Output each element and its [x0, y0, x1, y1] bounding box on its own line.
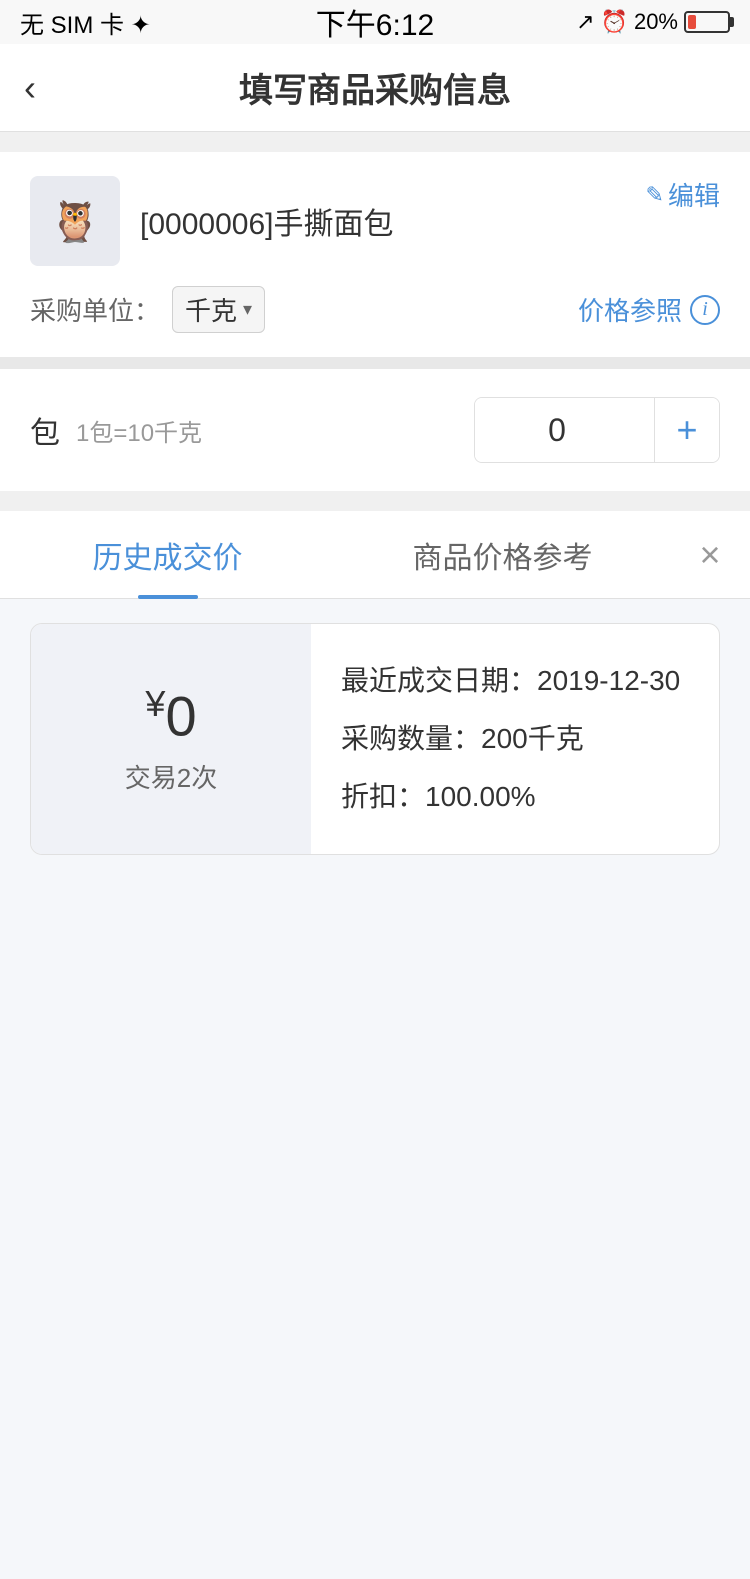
chevron-down-icon: ▾	[243, 299, 252, 320]
status-right: ↗ ⏰ 20%	[576, 9, 730, 35]
edit-button[interactable]: ✎ 编辑	[646, 176, 720, 213]
quantity-input[interactable]	[475, 398, 655, 462]
nav-bar: ‹ 填写商品采购信息	[0, 44, 750, 132]
gray-separator	[0, 357, 750, 369]
trade-count: 交易2次	[125, 758, 217, 795]
discount-row: 折扣：100.00%	[341, 776, 689, 818]
edit-label: 编辑	[668, 176, 720, 213]
status-time: 下午6:12	[316, 0, 434, 44]
battery-icon	[684, 11, 730, 33]
quantity-plus-button[interactable]: +	[655, 398, 719, 462]
purchase-quantity-row: 采购数量：200千克	[341, 718, 689, 760]
unit-value: 千克	[185, 291, 237, 328]
quantity-row: 包 1包=10千克 +	[0, 369, 750, 491]
price-amount: ¥0	[145, 683, 196, 749]
status-left: 无 SIM 卡 ✦	[20, 5, 151, 40]
product-thumbnail: 🦉	[30, 176, 120, 266]
page-title: 填写商品采购信息	[239, 63, 511, 112]
status-bar: 无 SIM 卡 ✦ 下午6:12 ↗ ⏰ 20%	[0, 0, 750, 44]
battery-percent: 20%	[634, 9, 678, 35]
tab-history-label: 历史成交价	[93, 533, 243, 577]
tab-bar: 历史成交价 商品价格参考 ×	[0, 511, 750, 599]
back-button[interactable]: ‹	[24, 67, 36, 109]
product-header: 🦉 [0000006]手撕面包 ✎ 编辑	[30, 176, 720, 266]
info-icon: i	[690, 295, 720, 325]
sim-indicator: 无 SIM 卡 ✦	[20, 5, 151, 40]
price-right-panel: 最近成交日期：2019-12-30 采购数量：200千克 折扣：100.00%	[311, 624, 719, 854]
tab-price-reference[interactable]: 商品价格参考	[335, 511, 670, 599]
package-label: 包	[30, 408, 60, 452]
discount-value: 100.00%	[425, 781, 536, 812]
price-left-panel: ¥0 交易2次	[31, 624, 311, 854]
purchase-qty-label: 采购数量：	[341, 723, 481, 754]
product-name: [0000006]手撕面包	[140, 199, 393, 243]
tab-reference-label: 商品价格参考	[413, 533, 593, 577]
recent-date-row: 最近成交日期：2019-12-30	[341, 660, 689, 702]
main-content	[0, 879, 750, 1579]
price-ref-label: 价格参照	[578, 291, 682, 328]
recent-date-value: 2019-12-30	[537, 665, 680, 696]
edit-icon: ✎	[646, 182, 664, 208]
alarm-icon: ⏰	[601, 9, 628, 35]
product-logo-icon: 🦉	[50, 198, 100, 245]
location-icon: ↗	[576, 9, 594, 35]
quantity-control: +	[474, 397, 720, 463]
price-reference-button[interactable]: 价格参照 i	[578, 291, 720, 328]
discount-label: 折扣：	[341, 781, 425, 812]
card-area: ¥0 交易2次 最近成交日期：2019-12-30 采购数量：200千克 折扣：…	[0, 599, 750, 879]
price-value: 0	[165, 684, 196, 747]
unit-select-dropdown[interactable]: 千克 ▾	[172, 286, 265, 333]
price-card: ¥0 交易2次 最近成交日期：2019-12-30 采购数量：200千克 折扣：…	[30, 623, 720, 855]
battery-fill	[688, 15, 696, 29]
recent-date-label: 最近成交日期：	[341, 665, 537, 696]
tab-close-button[interactable]: ×	[670, 511, 750, 599]
quantity-left: 包 1包=10千克	[30, 408, 202, 452]
package-note: 1包=10千克	[76, 413, 202, 448]
product-card: 🦉 [0000006]手撕面包 ✎ 编辑 采购单位： 千克 ▾ 价格参照 i	[0, 152, 750, 357]
price-currency: ¥	[145, 683, 165, 724]
tab-history-price[interactable]: 历史成交价	[0, 511, 335, 599]
unit-label: 采购单位：	[30, 291, 160, 328]
product-left: 🦉 [0000006]手撕面包	[30, 176, 393, 266]
purchase-qty-value: 200千克	[481, 723, 584, 754]
tab-section: 历史成交价 商品价格参考 × ¥0 交易2次 最近成交日期：2019-12-30…	[0, 511, 750, 1579]
product-unit-row: 采购单位： 千克 ▾ 价格参照 i	[30, 286, 720, 333]
